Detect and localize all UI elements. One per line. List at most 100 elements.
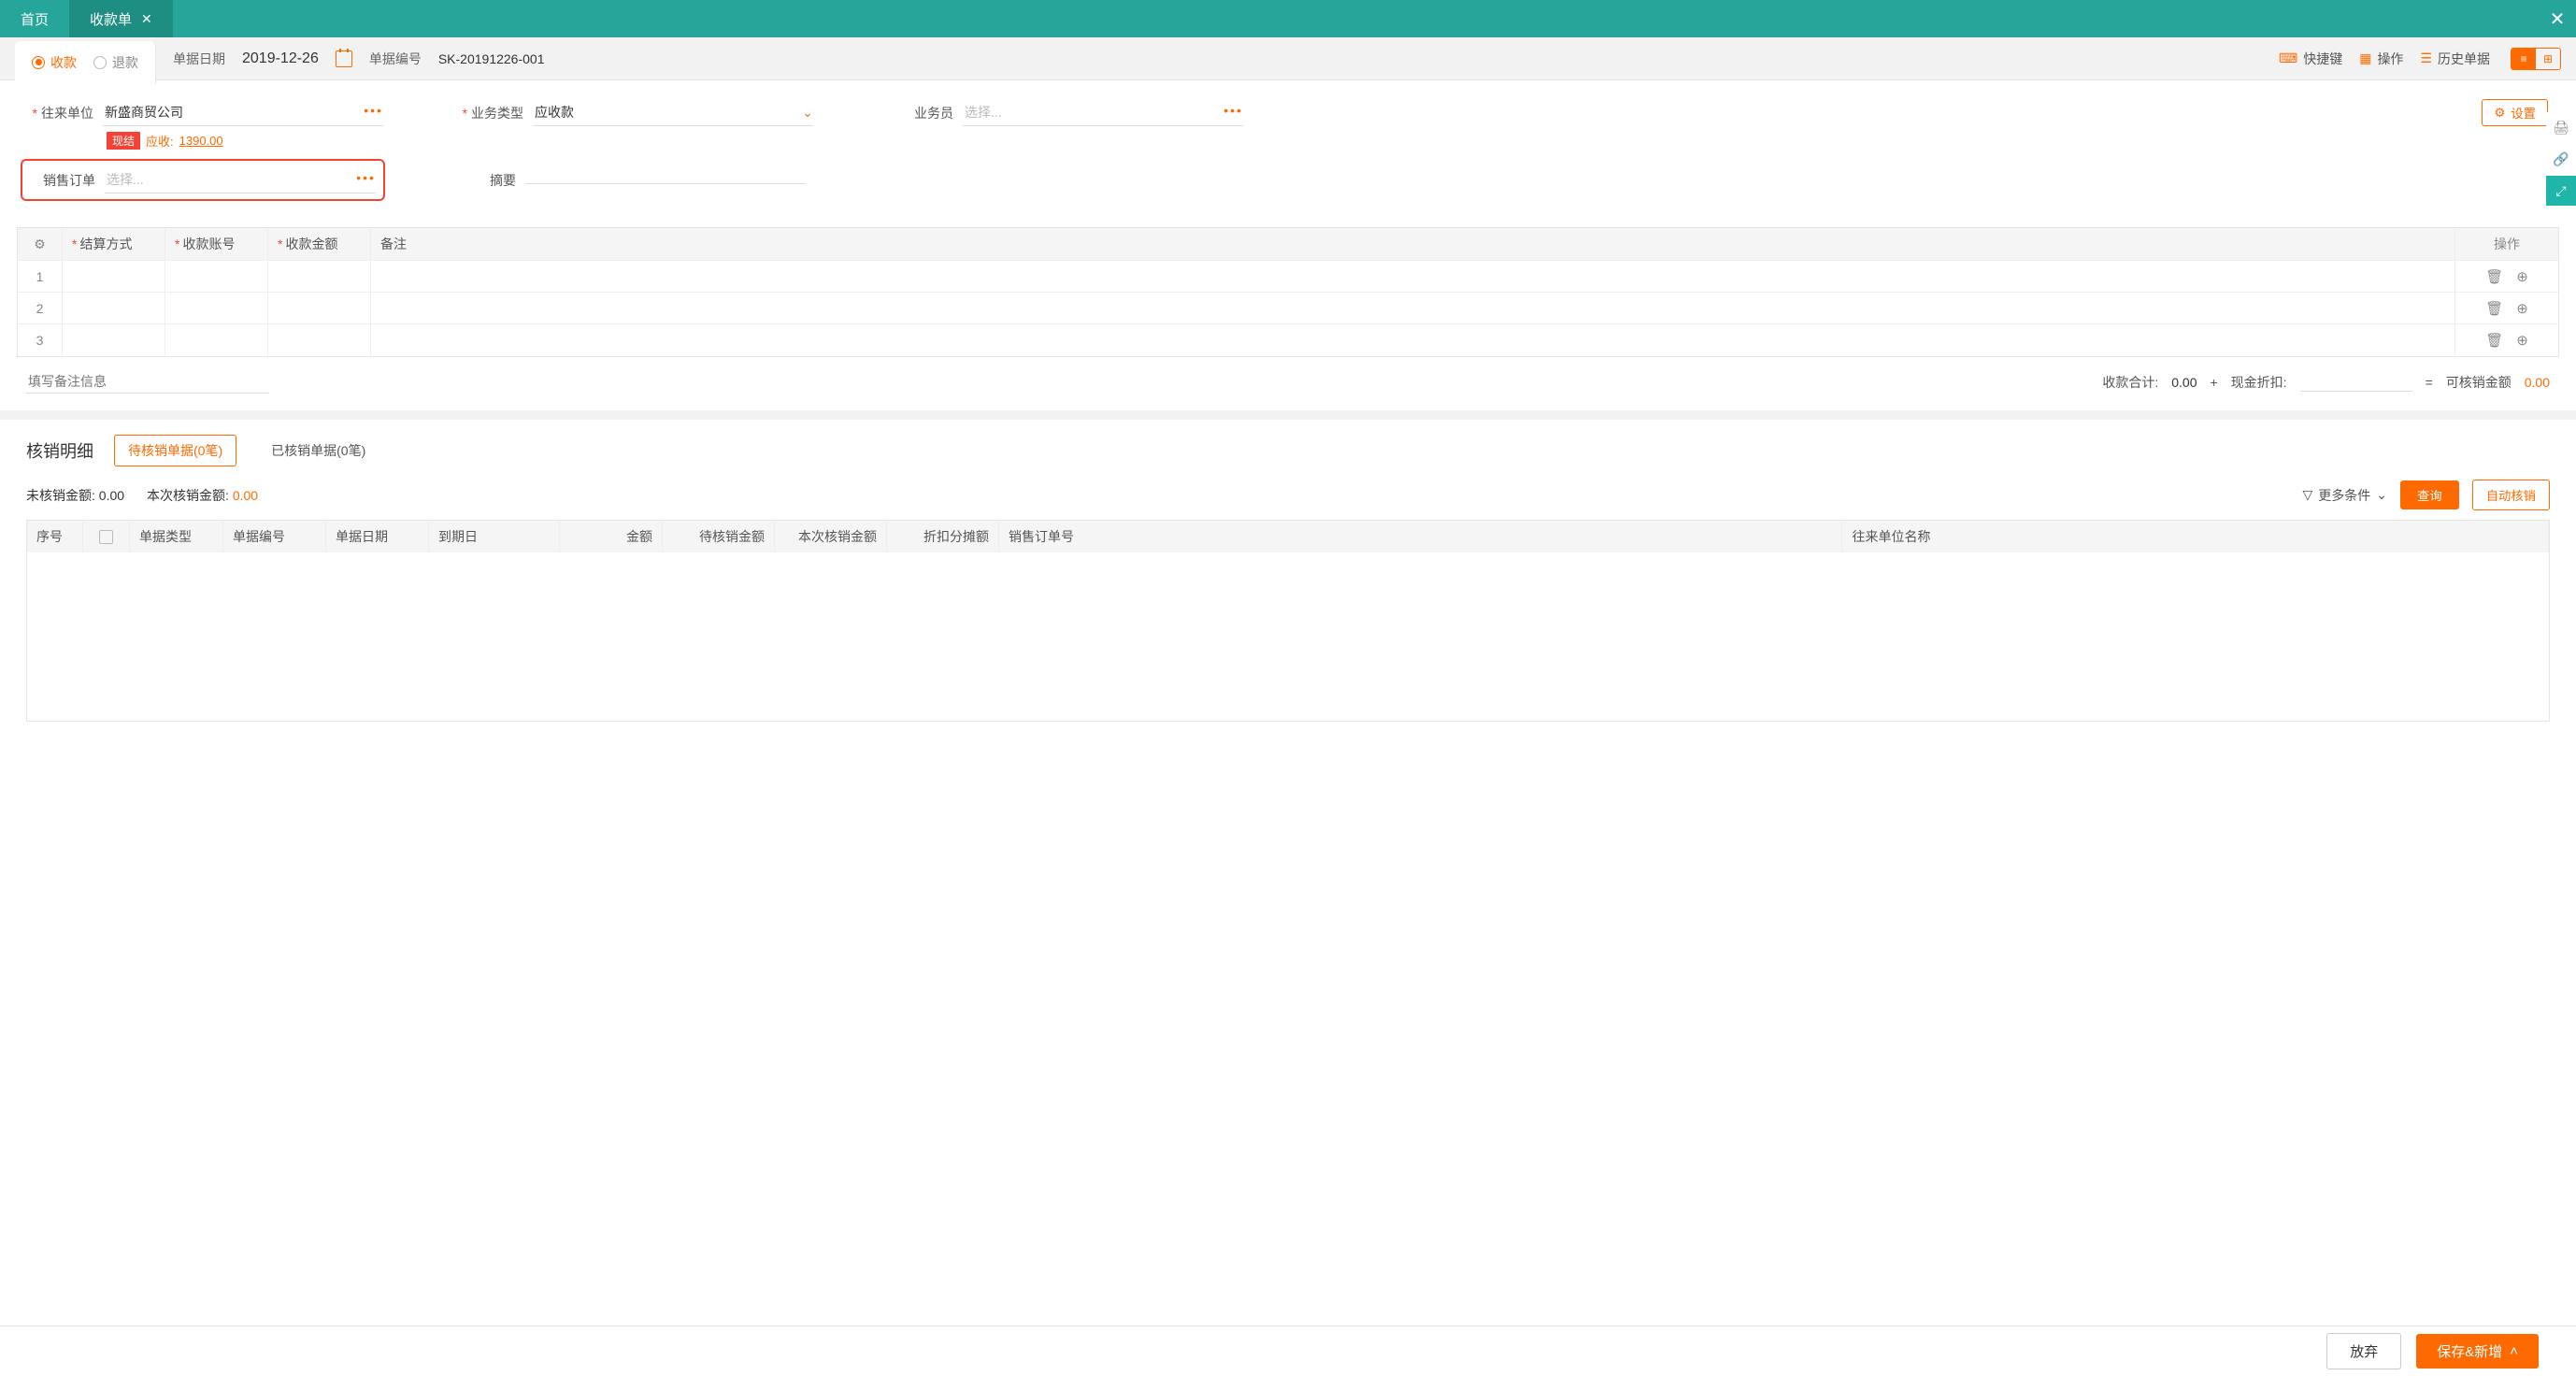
receivable-link[interactable]: 1390.00 [179,134,223,148]
mode-radio-group: 收款 退款 [15,41,156,84]
abandon-button[interactable]: 放弃 [2326,1333,2401,1369]
summary-label: 摘要 [460,171,516,190]
radio-refund[interactable]: 退款 [93,53,138,72]
add-row-icon[interactable]: ⊕ [2516,300,2528,317]
biztype-value: 应收款 ⌄ [533,99,813,126]
gear-column[interactable]: ⚙ [18,228,63,260]
tab-receipt[interactable]: 收款单 ✕ [69,0,173,37]
delete-row-icon[interactable]: 🗑 [2485,332,2503,349]
ellipsis-icon[interactable]: ••• [356,170,376,185]
cell-method[interactable] [63,324,165,356]
docno-label: 单据编号 [369,50,422,68]
col-checkbox[interactable] [83,521,130,552]
table-row[interactable]: 3 🗑 ⊕ [18,324,2558,356]
sales-order-value: 选择... ••• [105,166,376,194]
salesman-field[interactable]: 业务员 选择... ••• [888,99,1243,126]
subtab-done[interactable]: 已核销单据(0笔) [257,435,379,466]
receivable-badge-row: 现结 应收: 1390.00 [107,132,2548,150]
settings-button[interactable]: ⚙ 设置 [2482,99,2548,126]
discount-input[interactable] [2300,372,2412,392]
chevron-down-icon[interactable]: ⌄ [802,105,813,121]
delete-row-icon[interactable]: 🗑 [2485,268,2503,285]
party-value: 新盛商贸公司 ••• [103,99,383,126]
ellipsis-icon[interactable]: ••• [1224,103,1243,118]
col-customer: 往来单位名称 [1842,521,2549,552]
thistime-value: 0.00 [233,488,258,503]
unwritten-value: 0.00 [99,488,124,503]
calendar-icon[interactable] [336,50,352,67]
tab-receipt-label: 收款单 [90,9,132,29]
party-field[interactable]: 往来单位 新盛商贸公司 ••• [28,99,383,126]
grid-icon: ▦ [2359,50,2371,66]
col-type: 单据类型 [130,521,223,552]
ellipsis-icon[interactable]: ••• [364,103,383,118]
cash-settle-badge: 现结 [107,132,140,150]
disc-label: 现金折扣: [2231,373,2287,392]
thistime-label: 本次核销金额: [147,488,229,503]
subtab-pending[interactable]: 待核销单据(0笔) [114,435,236,466]
cell-account[interactable] [165,324,268,356]
checkbox-icon[interactable] [99,530,113,544]
col-amount: 金额 [560,521,663,552]
view-list-icon[interactable]: ≡ [2512,49,2536,69]
row-index: 1 [18,261,63,292]
payment-table: ⚙ 结算方式 收款账号 收款金额 备注 操作 1 🗑 ⊕ 2 🗑 ⊕ 3 [17,227,2559,357]
delete-row-icon[interactable]: 🗑 [2485,300,2503,317]
table-row[interactable]: 2 🗑 ⊕ [18,293,2558,324]
col-docno: 单据编号 [223,521,326,552]
cell-method[interactable] [63,293,165,323]
writeoff-table: 序号 单据类型 单据编号 单据日期 到期日 金额 待核销金额 本次核销金额 折扣… [26,520,2550,722]
close-tab-icon[interactable]: ✕ [141,11,152,27]
writeoff-section: 核销明细 待核销单据(0笔) 已核销单据(0笔) 未核销金额: 0.00 本次核… [0,420,2576,722]
cell-amount[interactable] [268,261,371,292]
cell-remark[interactable] [371,261,2455,292]
biztype-field[interactable]: 业务类型 应收款 ⌄ [458,99,813,126]
writeoff-table-body [27,552,2549,721]
operate-button[interactable]: ▦ 操作 [2359,50,2403,68]
query-button[interactable]: 查询 [2400,480,2459,509]
cell-account[interactable] [165,261,268,292]
table-row[interactable]: 1 🗑 ⊕ [18,261,2558,293]
biztype-label: 业务类型 [458,104,523,122]
radio-dot-icon [32,56,45,69]
add-row-icon[interactable]: ⊕ [2516,332,2528,349]
header-bar: 收款 退款 单据日期 2019-12-26 单据编号 SK-20191226-0… [0,37,2576,80]
history-label: 历史单据 [2438,50,2490,68]
expand-icon[interactable]: ⤢ [2546,176,2576,206]
col-amount: 收款金额 [278,235,337,253]
col-remark: 备注 [380,235,407,253]
receivable-label: 应收: [146,132,174,150]
more-filter-button[interactable]: ▽ 更多条件 ⌄ [2303,486,2388,505]
shortcut-button[interactable]: ⌨ 快捷键 [2279,50,2342,68]
cell-method[interactable] [63,261,165,292]
cell-account[interactable] [165,293,268,323]
cell-remark[interactable] [371,293,2455,323]
keyboard-icon: ⌨ [2279,50,2297,66]
radio-receive[interactable]: 收款 [32,53,77,72]
save-new-button[interactable]: 保存&新增 ˄ [2416,1334,2539,1369]
history-button[interactable]: ☰ 历史单据 [2420,50,2490,68]
cell-remark[interactable] [371,324,2455,356]
cell-amount[interactable] [268,293,371,323]
add-row-icon[interactable]: ⊕ [2516,268,2528,285]
auto-writeoff-button[interactable]: 自动核销 [2472,480,2550,510]
link-icon[interactable]: 🔗 [2546,144,2576,174]
col-this: 本次核销金额 [775,521,887,552]
right-sidebar: 🖨 🔗 ⤢ [2546,112,2576,206]
more-filter-label: 更多条件 [2318,486,2370,505]
cell-amount[interactable] [268,324,371,356]
plus-sign: + [2210,375,2217,390]
close-window-icon[interactable]: ✕ [2539,0,2576,37]
tab-home[interactable]: 首页 [0,0,69,37]
tab-home-label: 首页 [21,9,49,29]
sales-order-field[interactable]: 销售订单 选择... ••• [21,159,385,201]
radio-dot-icon [93,56,107,69]
summary-field[interactable]: 摘要 [460,171,806,190]
sales-order-label: 销售订单 [30,171,95,190]
date-label: 单据日期 [173,50,225,68]
print-icon[interactable]: 🖨 [2546,112,2576,142]
remark-input[interactable] [26,370,269,394]
date-value: 2019-12-26 [242,50,319,67]
view-card-icon[interactable]: ⊞ [2536,49,2560,69]
history-icon: ☰ [2420,50,2432,66]
